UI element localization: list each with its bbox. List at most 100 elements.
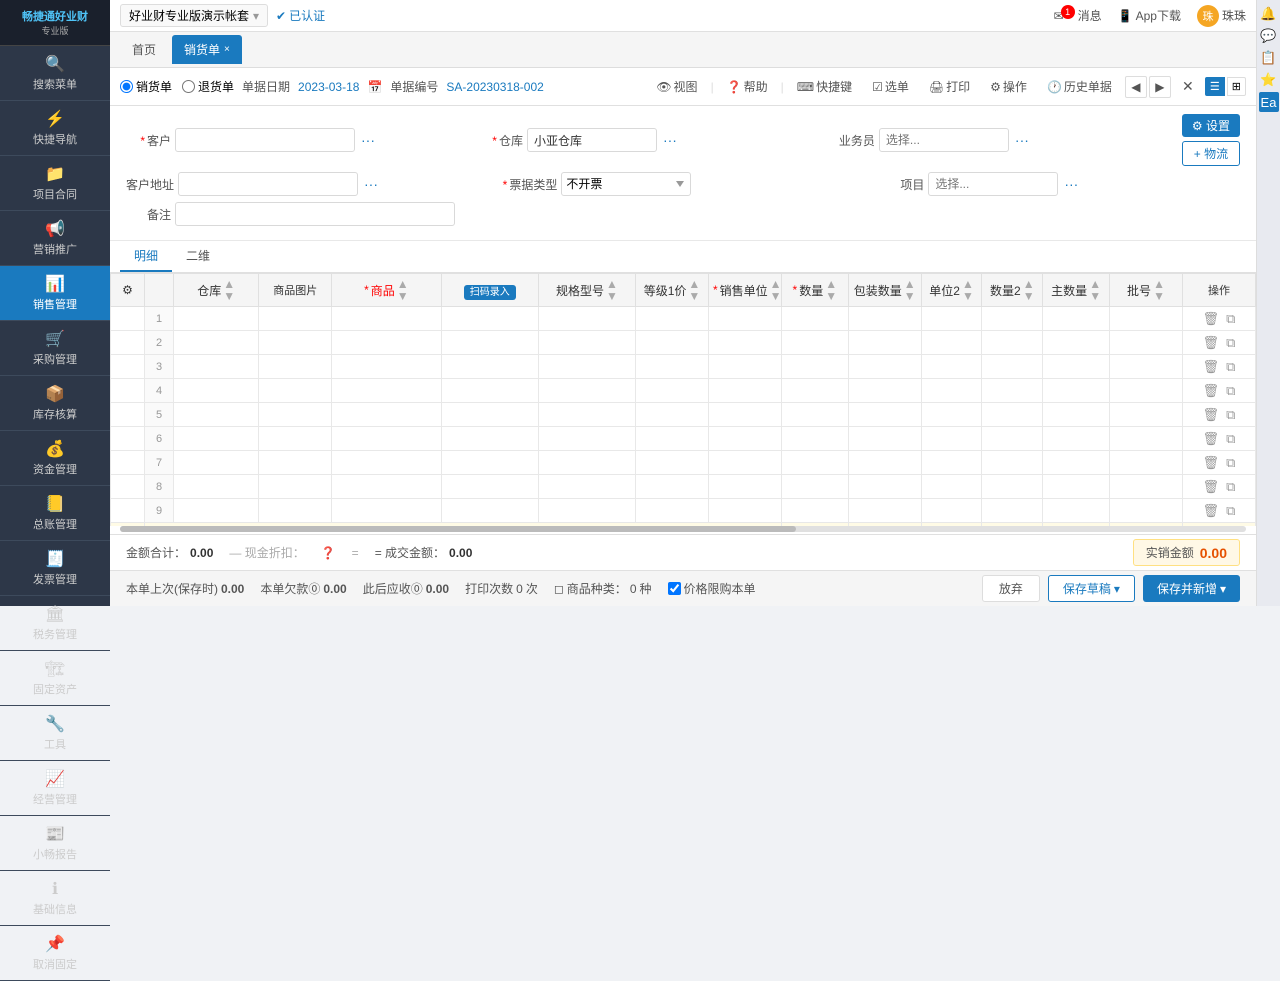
address-dots[interactable]: ··· bbox=[364, 176, 378, 192]
radio-sales-order[interactable]: 销货单 bbox=[120, 78, 172, 95]
row-warehouse-cell[interactable] bbox=[174, 307, 259, 331]
print-button[interactable]: 🖨 打印 bbox=[922, 75, 977, 98]
row-qty-cell[interactable] bbox=[781, 331, 848, 355]
row-img-cell[interactable] bbox=[259, 499, 332, 523]
row-qty-cell[interactable] bbox=[781, 475, 848, 499]
row-copy-button[interactable]: ⧉ bbox=[1224, 407, 1237, 423]
row-delete-button[interactable]: 🗑 bbox=[1201, 407, 1222, 423]
radio-return-input[interactable] bbox=[182, 80, 195, 93]
row-delete-button[interactable]: 🗑 bbox=[1201, 479, 1222, 495]
row-mainqty-cell[interactable] bbox=[1043, 451, 1110, 475]
row-scan-cell[interactable] bbox=[441, 427, 538, 451]
row-price1-cell[interactable] bbox=[636, 451, 709, 475]
row-unit2-cell[interactable] bbox=[921, 475, 982, 499]
row-packqty-cell[interactable] bbox=[848, 307, 921, 331]
row-price1-cell[interactable] bbox=[636, 331, 709, 355]
row-qty2-cell[interactable] bbox=[982, 331, 1043, 355]
sidebar-item-inventory[interactable]: 📦 库存核算 bbox=[0, 376, 110, 431]
row-unit2-cell[interactable] bbox=[921, 403, 982, 427]
row-qty-cell[interactable] bbox=[781, 499, 848, 523]
row-product-cell[interactable] bbox=[332, 331, 441, 355]
row-warehouse-cell[interactable] bbox=[174, 403, 259, 427]
tab-home[interactable]: 首页 bbox=[120, 35, 168, 64]
radio-sales-input[interactable] bbox=[120, 80, 133, 93]
save-draft-button[interactable]: 保存草稿 ▾ bbox=[1048, 575, 1135, 602]
scrollbar-track[interactable] bbox=[120, 526, 1246, 532]
sidebar-item-tools[interactable]: 🔧 工具 bbox=[0, 706, 110, 761]
row-warehouse-cell[interactable] bbox=[174, 475, 259, 499]
row-unit2-cell[interactable] bbox=[921, 307, 982, 331]
row-scan-cell[interactable] bbox=[441, 307, 538, 331]
row-unit-cell[interactable] bbox=[708, 403, 781, 427]
row-qty2-cell[interactable] bbox=[982, 355, 1043, 379]
app-download-button[interactable]: 📱 App下载 bbox=[1118, 7, 1181, 24]
row-price1-cell[interactable] bbox=[636, 475, 709, 499]
project-input[interactable] bbox=[928, 172, 1058, 196]
row-copy-button[interactable]: ⧉ bbox=[1224, 311, 1237, 327]
sidebar-item-funds[interactable]: 💰 资金管理 bbox=[0, 431, 110, 486]
row-batch-cell[interactable] bbox=[1110, 451, 1183, 475]
addrow-button[interactable]: + 物流 bbox=[1182, 141, 1240, 166]
row-spec-cell[interactable] bbox=[538, 331, 635, 355]
row-product-cell[interactable] bbox=[332, 475, 441, 499]
warehouse-input[interactable] bbox=[527, 128, 657, 152]
grid-view-button[interactable]: ⊞ bbox=[1227, 77, 1246, 96]
row-qty2-cell[interactable] bbox=[982, 403, 1043, 427]
row-mainqty-cell[interactable] bbox=[1043, 379, 1110, 403]
th-product[interactable]: *商品 ▲▼ bbox=[332, 274, 441, 307]
row-batch-cell[interactable] bbox=[1110, 379, 1183, 403]
row-qty2-cell[interactable] bbox=[982, 475, 1043, 499]
sidebar-item-quicknav[interactable]: ⚡ 快捷导航 bbox=[0, 101, 110, 156]
row-scan-cell[interactable] bbox=[441, 379, 538, 403]
row-batch-cell[interactable] bbox=[1110, 475, 1183, 499]
help-icon-item[interactable]: ❓ bbox=[321, 546, 336, 560]
save-new-button[interactable]: 保存并新增 ▾ bbox=[1143, 575, 1240, 602]
row-warehouse-cell[interactable] bbox=[174, 355, 259, 379]
row-mainqty-cell[interactable] bbox=[1043, 355, 1110, 379]
row-mainqty-cell[interactable] bbox=[1043, 307, 1110, 331]
row-spec-cell[interactable] bbox=[538, 475, 635, 499]
sidebar-item-operations[interactable]: 📈 经营管理 bbox=[0, 761, 110, 816]
row-batch-cell[interactable] bbox=[1110, 499, 1183, 523]
row-qty2-cell[interactable] bbox=[982, 379, 1043, 403]
row-packqty-cell[interactable] bbox=[848, 403, 921, 427]
row-packqty-cell[interactable] bbox=[848, 331, 921, 355]
row-qty-cell[interactable] bbox=[781, 355, 848, 379]
row-qty-cell[interactable] bbox=[781, 307, 848, 331]
row-unit2-cell[interactable] bbox=[921, 499, 982, 523]
row-mainqty-cell[interactable] bbox=[1043, 475, 1110, 499]
history-button[interactable]: 🕐 历史单据 bbox=[1040, 75, 1119, 98]
th-qty2[interactable]: 数量2 ▲▼ bbox=[982, 274, 1043, 307]
sidebar-item-purchase[interactable]: 🛒 采购管理 bbox=[0, 321, 110, 376]
sidebar-item-reports[interactable]: 📰 小畅报告 bbox=[0, 816, 110, 871]
th-settings[interactable]: ⚙ bbox=[111, 274, 145, 307]
customer-input[interactable] bbox=[175, 128, 355, 152]
row-qty2-cell[interactable] bbox=[982, 307, 1043, 331]
row-qty-cell[interactable] bbox=[781, 379, 848, 403]
row-product-cell[interactable] bbox=[332, 499, 441, 523]
th-mainqty[interactable]: 主数量 ▲▼ bbox=[1043, 274, 1110, 307]
th-unit[interactable]: *销售单位 ▲▼ bbox=[708, 274, 781, 307]
sidebar-item-pinned[interactable]: 📌 取消固定 bbox=[0, 926, 110, 981]
row-price1-cell[interactable] bbox=[636, 307, 709, 331]
row-delete-button[interactable]: 🗑 bbox=[1201, 383, 1222, 399]
tab-2d[interactable]: 二维 bbox=[172, 241, 224, 272]
row-qty-cell[interactable] bbox=[781, 427, 848, 451]
row-spec-cell[interactable] bbox=[538, 403, 635, 427]
calendar-icon[interactable]: 📅 bbox=[367, 80, 382, 94]
row-copy-button[interactable]: ⧉ bbox=[1224, 431, 1237, 447]
sidebar-item-marketing[interactable]: 📢 营销推广 bbox=[0, 211, 110, 266]
right-panel-icon-4[interactable]: ⭐ bbox=[1259, 70, 1279, 90]
note-input[interactable] bbox=[175, 202, 455, 226]
row-unit-cell[interactable] bbox=[708, 451, 781, 475]
row-img-cell[interactable] bbox=[259, 451, 332, 475]
sidebar-item-invoice[interactable]: 🧾 发票管理 bbox=[0, 541, 110, 596]
user-avatar[interactable]: 珠 珠珠 bbox=[1197, 5, 1246, 27]
row-copy-button[interactable]: ⧉ bbox=[1224, 359, 1237, 375]
row-product-cell[interactable] bbox=[332, 403, 441, 427]
project-dots[interactable]: ··· bbox=[1064, 176, 1078, 192]
scrollbar-thumb[interactable] bbox=[120, 526, 796, 532]
sidebar-item-fixed-assets[interactable]: 🏗 固定资产 bbox=[0, 651, 110, 706]
row-unit-cell[interactable] bbox=[708, 475, 781, 499]
row-scan-cell[interactable] bbox=[441, 403, 538, 427]
